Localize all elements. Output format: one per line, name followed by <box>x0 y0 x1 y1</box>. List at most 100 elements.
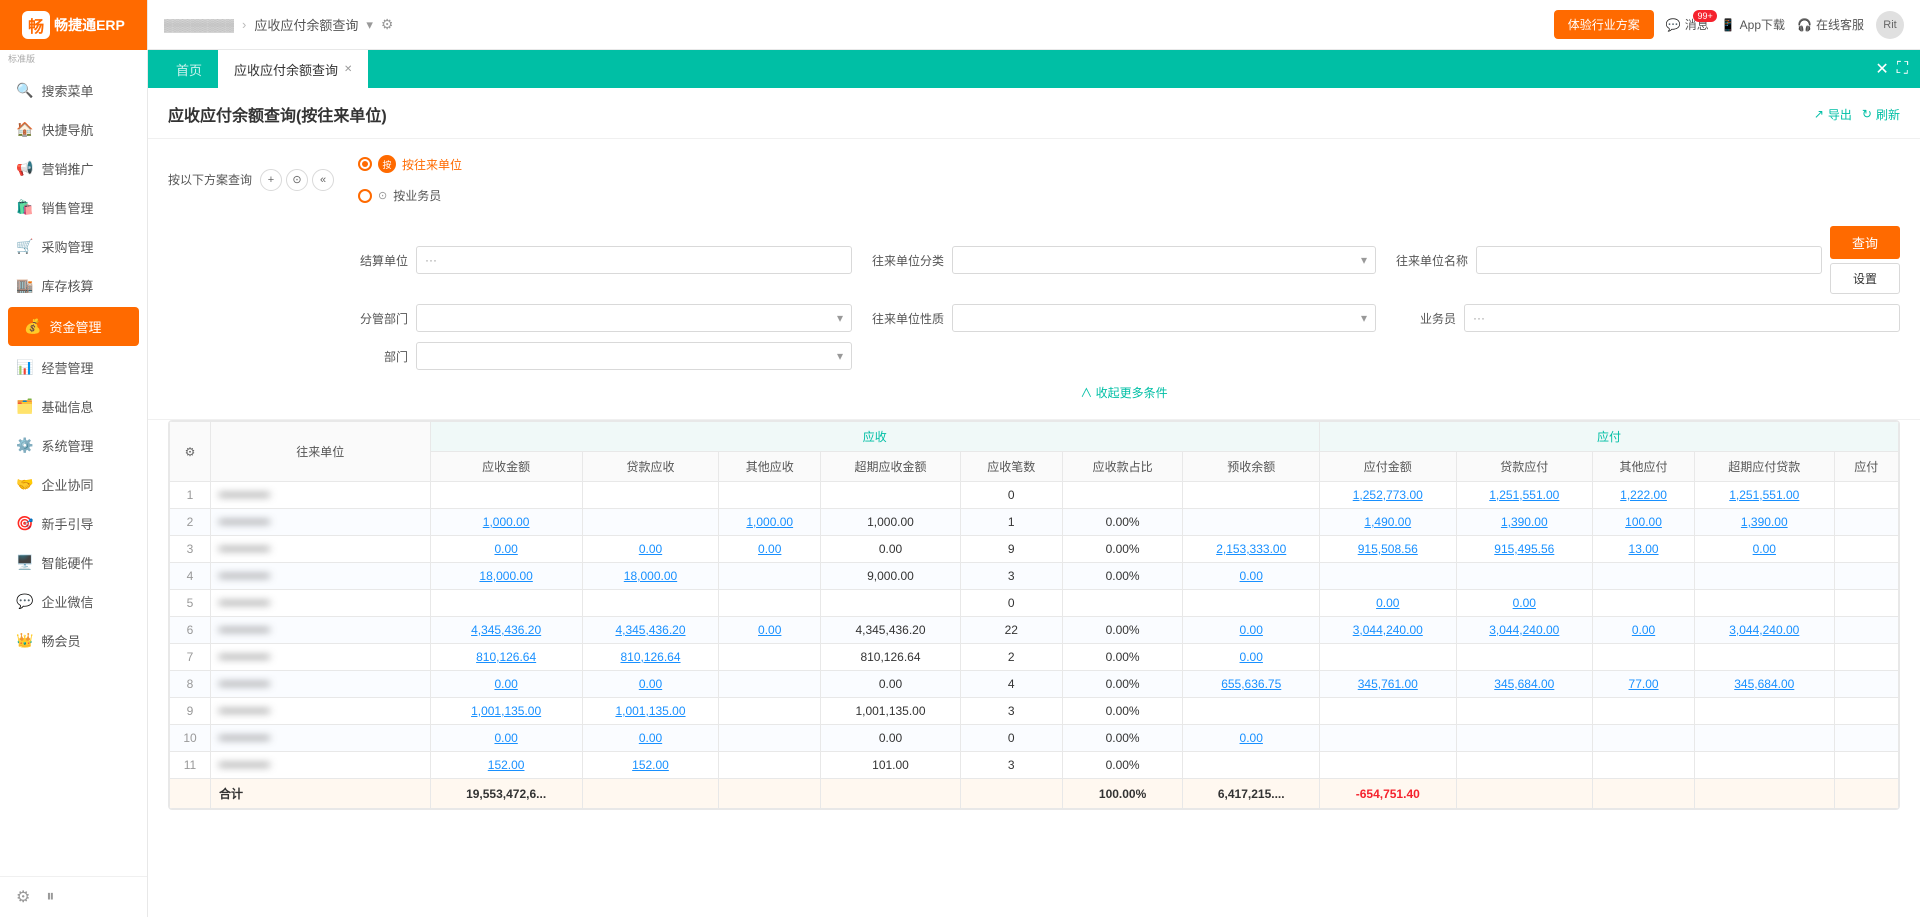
salesman-input[interactable]: ··· <box>1464 304 1900 332</box>
col-ar-amount: 应收金额 <box>430 452 582 482</box>
sidebar-item-inventory[interactable]: 🏬 库存核算 <box>0 266 147 305</box>
partner-category-input[interactable]: ▾ <box>952 246 1376 274</box>
prepay-cell: 655,636.75 <box>1183 671 1320 698</box>
other-ar-cell <box>719 671 821 698</box>
ap-tail-cell <box>1834 563 1898 590</box>
breadcrumb-dropdown-icon[interactable]: ▾ <box>366 17 373 33</box>
table-settings-icon[interactable]: ⚙ <box>178 440 202 464</box>
other-ar-cell <box>719 563 821 590</box>
sidebar-item-label: 畅会员 <box>41 631 80 650</box>
breadcrumb-current: 应收应付余额查询 <box>254 15 358 34</box>
tab-home[interactable]: 首页 <box>160 50 218 88</box>
partner-cell: ━━━━━━━ <box>211 671 431 698</box>
partner-name-label: 往来单位名称 <box>1396 252 1468 269</box>
close-window-icon[interactable]: ✕ <box>1875 59 1888 79</box>
app-download-button[interactable]: 📱 App下载 <box>1721 16 1785 33</box>
online-service-button[interactable]: 🎧 在线客服 <box>1797 16 1864 33</box>
query-button[interactable]: 查询 <box>1830 226 1900 259</box>
refresh-button[interactable]: ↻ 刷新 <box>1862 106 1900 123</box>
sidebar-item-quicknav[interactable]: 🏠 快捷导航 <box>0 110 147 149</box>
edit-scheme-button[interactable]: ⊙ <box>286 169 308 191</box>
query-btn-group: 查询 设置 <box>1830 226 1900 294</box>
sidebar-item-hardware[interactable]: 🖥️ 智能硬件 <box>0 543 147 582</box>
total-ap-tail <box>1834 779 1898 809</box>
ar-amount-cell: 1,000.00 <box>430 509 582 536</box>
sidebar-item-marketing[interactable]: 📢 营销推广 <box>0 149 147 188</box>
member-icon: 👑 <box>16 632 33 649</box>
sidebar-item-wechat[interactable]: 💬 企业微信 <box>0 582 147 621</box>
export-button[interactable]: ↗ 导出 <box>1814 106 1852 123</box>
solution-button[interactable]: 体验行业方案 <box>1554 10 1654 39</box>
tab-arbalance[interactable]: 应收应付余额查询 ✕ <box>218 50 368 88</box>
settings-bottom-icon[interactable]: ⚙ <box>16 887 30 907</box>
dept-input[interactable]: ▾ <box>416 304 852 332</box>
sidebar-item-member[interactable]: 👑 畅会员 <box>0 621 147 660</box>
sidebar-item-label: 经营管理 <box>41 358 93 377</box>
collapse-button[interactable]: ∧ 收起更多条件 <box>348 378 1900 407</box>
ar-ratio-cell <box>1062 482 1183 509</box>
total-other-ap <box>1593 779 1695 809</box>
partner-name-input[interactable] <box>1476 246 1822 274</box>
dept2-input[interactable]: ▾ <box>416 342 852 370</box>
scheme-by-partner[interactable]: 按 按往来单位 <box>350 151 470 177</box>
sidebar-item-basic[interactable]: 🗂️ 基础信息 <box>0 387 147 426</box>
filter-dept2: 部门 ▾ <box>348 342 852 370</box>
row-num: 9 <box>170 698 211 725</box>
sidebar-item-finance[interactable]: 💰 资金管理 <box>8 307 139 346</box>
sidebar-item-guide[interactable]: 🎯 新手引导 <box>0 504 147 543</box>
ar-ratio-cell: 0.00% <box>1062 563 1183 590</box>
prepay-cell <box>1183 590 1320 617</box>
overdue-ar-cell <box>821 590 961 617</box>
table-row: 2━━━━━━━1,000.001,000.001,000.0010.00%1,… <box>170 509 1899 536</box>
other-ap-cell <box>1593 563 1695 590</box>
ar-ratio-cell: 0.00% <box>1062 698 1183 725</box>
row-num: 6 <box>170 617 211 644</box>
scheme-salesman-icon: ⊙ <box>378 189 387 202</box>
sidebar-item-sales[interactable]: 🛍️ 销售管理 <box>0 188 147 227</box>
edition-label: 标准版 <box>0 50 147 67</box>
maximize-icon[interactable]: ⛶ <box>1897 60 1908 78</box>
nature-input[interactable]: ▾ <box>952 304 1376 332</box>
service-label: 在线客服 <box>1816 16 1864 33</box>
collapse-scheme-button[interactable]: « <box>312 169 334 191</box>
other-ap-cell <box>1593 644 1695 671</box>
partner-cell: ━━━━━━━ <box>211 617 431 644</box>
avatar[interactable]: Rit <box>1876 11 1904 39</box>
main-content: 应收应付余额查询(按往来单位) ↗ 导出 ↻ 刷新 按以下方案查询 + ⊙ « <box>148 88 1920 917</box>
loan-ar-cell: 810,126.64 <box>582 644 719 671</box>
settlement-unit-input[interactable]: ··· <box>416 246 852 274</box>
overdue-ap-cell <box>1695 590 1835 617</box>
system-icon: ⚙️ <box>16 437 33 454</box>
ar-ratio-cell <box>1062 590 1183 617</box>
sidebar-item-purchase[interactable]: 🛒 采购管理 <box>0 227 147 266</box>
total-label: 合计 <box>211 779 431 809</box>
total-loan-ar <box>582 779 719 809</box>
total-ap-amount: -654,751.40 <box>1320 779 1457 809</box>
total-overdue-ap <box>1695 779 1835 809</box>
overdue-ar-cell: 0.00 <box>821 725 961 752</box>
ar-amount-cell: 1,001,135.00 <box>430 698 582 725</box>
ap-group-header: 应付 <box>1320 422 1899 452</box>
other-ar-cell: 1,000.00 <box>719 509 821 536</box>
other-ar-cell <box>719 590 821 617</box>
row-num: 5 <box>170 590 211 617</box>
sidebar-item-operations[interactable]: 📊 经营管理 <box>0 348 147 387</box>
scheme-by-salesman[interactable]: ⊙ 按业务员 <box>350 183 470 208</box>
gear-icon[interactable]: ⚙ <box>381 16 394 33</box>
message-button[interactable]: 💬 消息 99+ <box>1666 16 1709 33</box>
hardware-icon: 🖥️ <box>16 554 33 571</box>
collapse-sidebar-icon[interactable]: ⏸ <box>46 888 54 906</box>
total-prepay: 6,417,215.... <box>1183 779 1320 809</box>
prepay-cell: 0.00 <box>1183 617 1320 644</box>
add-scheme-button[interactable]: + <box>260 169 282 191</box>
sidebar-nav: 🔍 搜索菜单 🏠 快捷导航 📢 营销推广 🛍️ 销售管理 🛒 采购管理 🏬 库存… <box>0 67 147 876</box>
table-row: 10━━━━━━━0.000.000.0000.00%0.00 <box>170 725 1899 752</box>
col-ap-tail: 应付 <box>1834 452 1898 482</box>
sidebar-item-corp[interactable]: 🤝 企业协同 <box>0 465 147 504</box>
settings-button[interactable]: 设置 <box>1830 263 1900 294</box>
overdue-ap-cell: 1,251,551.00 <box>1695 482 1835 509</box>
sidebar-item-search[interactable]: 🔍 搜索菜单 <box>0 71 147 110</box>
sidebar-item-system[interactable]: ⚙️ 系统管理 <box>0 426 147 465</box>
tab-close-icon[interactable]: ✕ <box>344 64 352 75</box>
wechat-icon: 💬 <box>16 593 33 610</box>
